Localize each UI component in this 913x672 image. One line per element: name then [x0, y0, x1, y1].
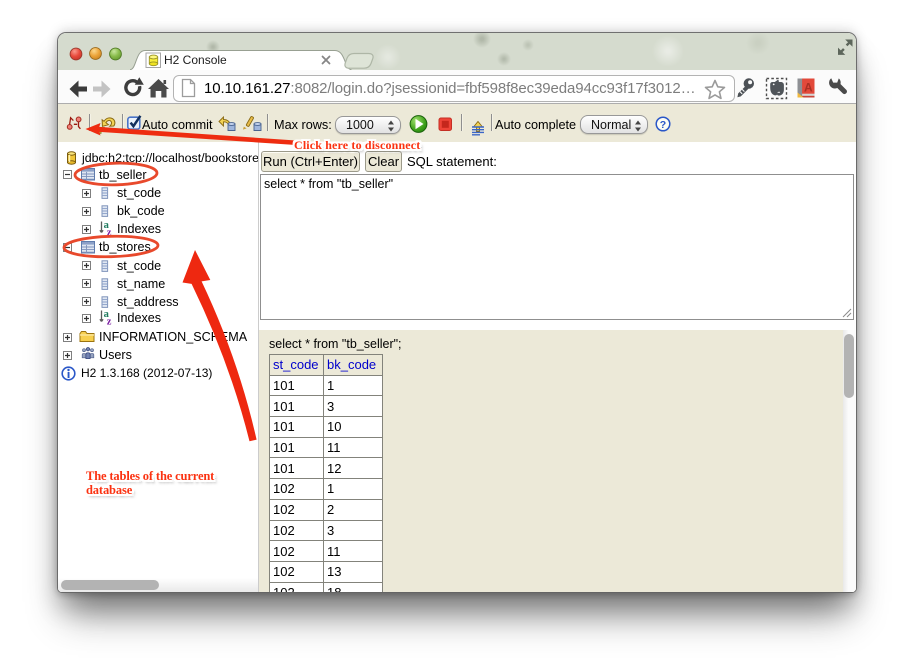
svg-text:?: ? [660, 119, 666, 131]
svg-text:A: A [804, 81, 813, 95]
